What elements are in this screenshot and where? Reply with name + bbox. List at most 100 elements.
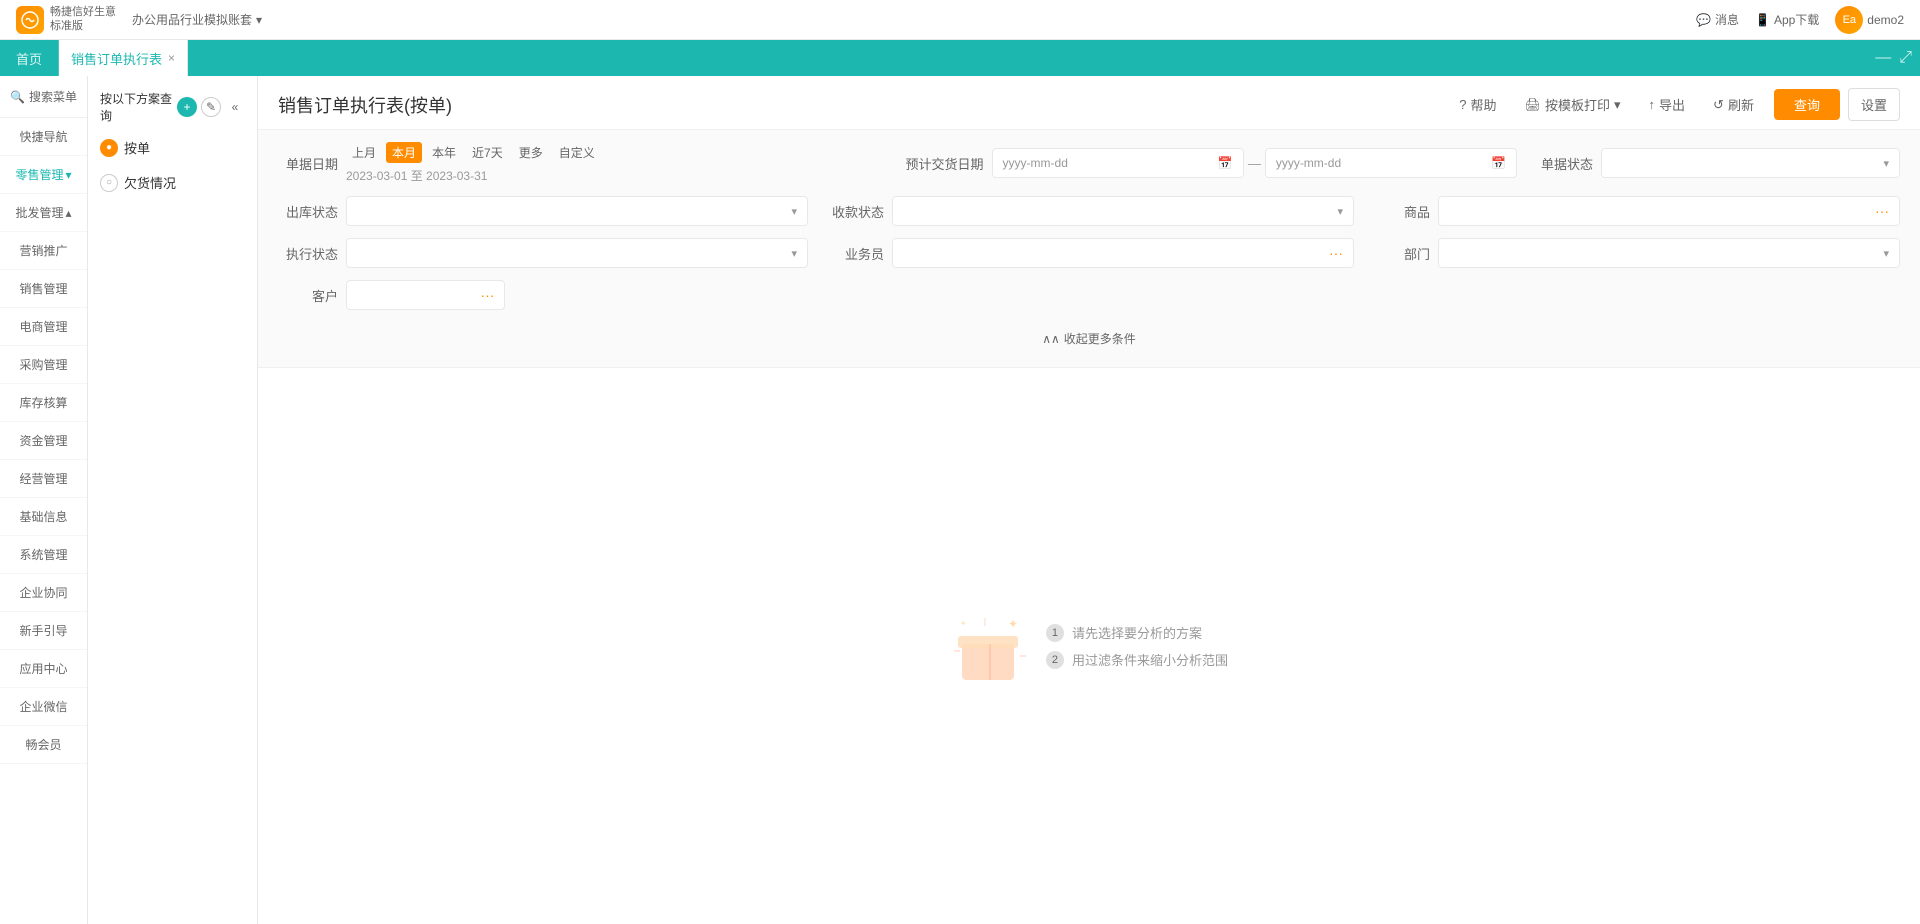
sidebar-item-sales[interactable]: 销售管理 xyxy=(0,270,87,308)
message-button[interactable]: 💬 消息 xyxy=(1696,11,1739,28)
scheme-icon-active: ● xyxy=(100,139,118,157)
sidebar-item-enterprise[interactable]: 企业协同 xyxy=(0,574,87,612)
export-button[interactable]: ↑ 导出 xyxy=(1641,91,1694,118)
logo-text: 畅捷信好生意 标准版 xyxy=(50,6,116,32)
export-icon: ↑ xyxy=(1649,97,1656,112)
sidebar-search-area: 🔍 搜索菜单 xyxy=(0,76,87,118)
dept-label: 部门 xyxy=(1370,244,1430,263)
sidebar-item-operations[interactable]: 经营管理 xyxy=(0,460,87,498)
hint-num-2: 2 xyxy=(1046,651,1064,669)
tab-close-icon[interactable]: × xyxy=(168,51,175,65)
help-button[interactable]: ? 帮助 xyxy=(1451,91,1504,118)
status-filter: 单据状态 ▾ xyxy=(1533,148,1900,178)
dept-dropdown-icon: ▾ xyxy=(1883,247,1889,260)
setup-button[interactable]: 设置 xyxy=(1848,88,1900,121)
add-scheme-button[interactable]: + xyxy=(177,97,197,117)
delivery-date-start[interactable]: yyyy-mm-dd 📅 xyxy=(992,148,1244,178)
salesperson-select[interactable]: ··· xyxy=(892,238,1354,268)
date-tab-7days[interactable]: 近7天 xyxy=(466,142,509,163)
sidebar: 🔍 搜索菜单 快捷导航 零售管理 ▾ 批发管理 ▴ 营销推广 销售管理 电商管理… xyxy=(0,76,88,924)
scheme-item-shortage[interactable]: ○ 欠货情况 xyxy=(88,165,257,200)
page-header-actions: ? 帮助 🖨 按模板打印 ▾ ↑ 导出 ↺ 刷新 xyxy=(1451,88,1900,121)
delivery-status-filter: 出库状态 ▾ xyxy=(278,196,808,226)
customer-dots-icon: ··· xyxy=(480,287,494,303)
customer-select[interactable]: ··· xyxy=(346,280,505,310)
sidebar-item-quick-nav[interactable]: 快捷导航 xyxy=(0,118,87,156)
empty-state: ✦ ✦ 1 请先选择要分析的 xyxy=(950,606,1228,686)
company-dropdown-icon: ▾ xyxy=(256,13,262,27)
print-dropdown-icon: ▾ xyxy=(1614,97,1621,113)
filter-row-2: 出库状态 ▾ 收款状态 ▾ 商品 xyxy=(278,196,1900,226)
sidebar-item-basic[interactable]: 基础信息 xyxy=(0,498,87,536)
product-select[interactable]: ··· xyxy=(1438,196,1900,226)
search-menu-button[interactable]: 🔍 搜索菜单 xyxy=(8,84,79,109)
delivery-date-filter: 预计交货日期 yyyy-mm-dd 📅 — yyyy-mm-dd 📅 xyxy=(906,148,1518,178)
exec-status-select[interactable]: ▾ xyxy=(346,238,808,268)
dept-filter: 部门 ▾ xyxy=(1370,238,1900,268)
date-tab-last-month[interactable]: 上月 xyxy=(346,142,382,163)
query-button[interactable]: 查询 xyxy=(1774,89,1840,120)
status-select[interactable]: ▾ xyxy=(1601,148,1900,178)
sidebar-item-wechat[interactable]: 企业微信 xyxy=(0,688,87,726)
sidebar-item-inventory[interactable]: 库存核算 xyxy=(0,384,87,422)
date-tab-this-month[interactable]: 本月 xyxy=(386,142,422,163)
user-menu[interactable]: Ea demo2 xyxy=(1835,6,1904,34)
delivery-date-range: yyyy-mm-dd 📅 — yyyy-mm-dd 📅 xyxy=(992,148,1518,178)
company-selector[interactable]: 办公用品行业模拟账套 ▾ xyxy=(132,11,262,28)
scheme-item-dan[interactable]: ● 按单 xyxy=(88,130,257,165)
right-content: 销售订单执行表(按单) ? 帮助 🖨 按模板打印 ▾ ↑ 导出 xyxy=(258,76,1920,924)
sidebar-item-marketing[interactable]: 营销推广 xyxy=(0,232,87,270)
date-tab-this-year[interactable]: 本年 xyxy=(426,142,462,163)
sidebar-item-member[interactable]: 畅会员 xyxy=(0,726,87,764)
collapse-filters-button[interactable]: ∧∧ 收起更多条件 xyxy=(278,322,1900,355)
delivery-status-label: 出库状态 xyxy=(278,202,338,221)
sidebar-item-purchase[interactable]: 采购管理 xyxy=(0,346,87,384)
sidebar-item-system[interactable]: 系统管理 xyxy=(0,536,87,574)
exec-status-filter: 执行状态 ▾ xyxy=(278,238,808,268)
product-label: 商品 xyxy=(1370,202,1430,221)
date-tab-custom[interactable]: 自定义 xyxy=(553,142,601,163)
filter-row-3: 执行状态 ▾ 业务员 ··· 部门 xyxy=(278,238,1900,268)
sidebar-item-retail[interactable]: 零售管理 ▾ xyxy=(0,156,87,194)
print-button[interactable]: 🖨 按模板打印 ▾ xyxy=(1516,91,1628,118)
payment-status-select[interactable]: ▾ xyxy=(892,196,1354,226)
empty-hints: 1 请先选择要分析的方案 2 用过滤条件来缩小分析范围 xyxy=(1046,623,1228,669)
collapse-icon: ∧∧ xyxy=(1042,332,1060,346)
content-area: 按以下方案查询 + ✎ « ● 按单 ○ xyxy=(88,76,1920,924)
date-tab-more[interactable]: 更多 xyxy=(513,142,549,163)
delivery-status-select[interactable]: ▾ xyxy=(346,196,808,226)
header-right: 💬 消息 📱 App下载 Ea demo2 xyxy=(1696,6,1904,34)
payment-status-dropdown-icon: ▾ xyxy=(1337,205,1343,218)
tab-expand-icon[interactable]: ⤢ xyxy=(1899,49,1912,67)
edit-scheme-button[interactable]: ✎ xyxy=(201,97,221,117)
hint-item-1: 1 请先选择要分析的方案 xyxy=(1046,623,1228,642)
page-header: 销售订单执行表(按单) ? 帮助 🖨 按模板打印 ▾ ↑ 导出 xyxy=(258,76,1920,130)
filter-section: 单据日期 上月 本月 本年 近7天 更多 自定义 2023-03-01 至 20… xyxy=(258,130,1920,368)
salesperson-filter: 业务员 ··· xyxy=(824,238,1354,268)
sidebar-item-wholesale[interactable]: 批发管理 ▴ xyxy=(0,194,87,232)
tab-home[interactable]: 首页 xyxy=(0,40,59,76)
logo-icon xyxy=(16,6,44,34)
main-layout: 🔍 搜索菜单 快捷导航 零售管理 ▾ 批发管理 ▴ 营销推广 销售管理 电商管理… xyxy=(0,76,1920,924)
sidebar-item-guide[interactable]: 新手引导 xyxy=(0,612,87,650)
sidebar-item-finance[interactable]: 资金管理 xyxy=(0,422,87,460)
product-filter: 商品 ··· xyxy=(1370,196,1900,226)
calendar-end-icon: 📅 xyxy=(1491,156,1506,170)
app-download-button[interactable]: 📱 App下载 xyxy=(1755,11,1819,28)
sidebar-item-apps[interactable]: 应用中心 xyxy=(0,650,87,688)
dept-select[interactable]: ▾ xyxy=(1438,238,1900,268)
product-dots-icon: ··· xyxy=(1875,203,1889,219)
tab-minimize-icon[interactable]: — xyxy=(1875,49,1891,67)
delivery-date-end[interactable]: yyyy-mm-dd 📅 xyxy=(1265,148,1517,178)
salesperson-label: 业务员 xyxy=(824,244,884,263)
edit-icon: ✎ xyxy=(206,100,216,114)
sidebar-item-ecommerce[interactable]: 电商管理 xyxy=(0,308,87,346)
tab-active[interactable]: 销售订单执行表 × xyxy=(59,40,188,76)
top-header: 畅捷信好生意 标准版 办公用品行业模拟账套 ▾ 💬 消息 📱 App下载 Ea … xyxy=(0,0,1920,40)
retail-arrow-icon: ▾ xyxy=(65,168,71,182)
refresh-button[interactable]: ↺ 刷新 xyxy=(1705,91,1762,118)
tab-bar-right: — ⤢ xyxy=(1875,49,1920,67)
delivery-status-dropdown-icon: ▾ xyxy=(791,205,797,218)
refresh-icon: ↺ xyxy=(1713,97,1724,113)
collapse-panel-button[interactable]: « xyxy=(225,97,245,117)
